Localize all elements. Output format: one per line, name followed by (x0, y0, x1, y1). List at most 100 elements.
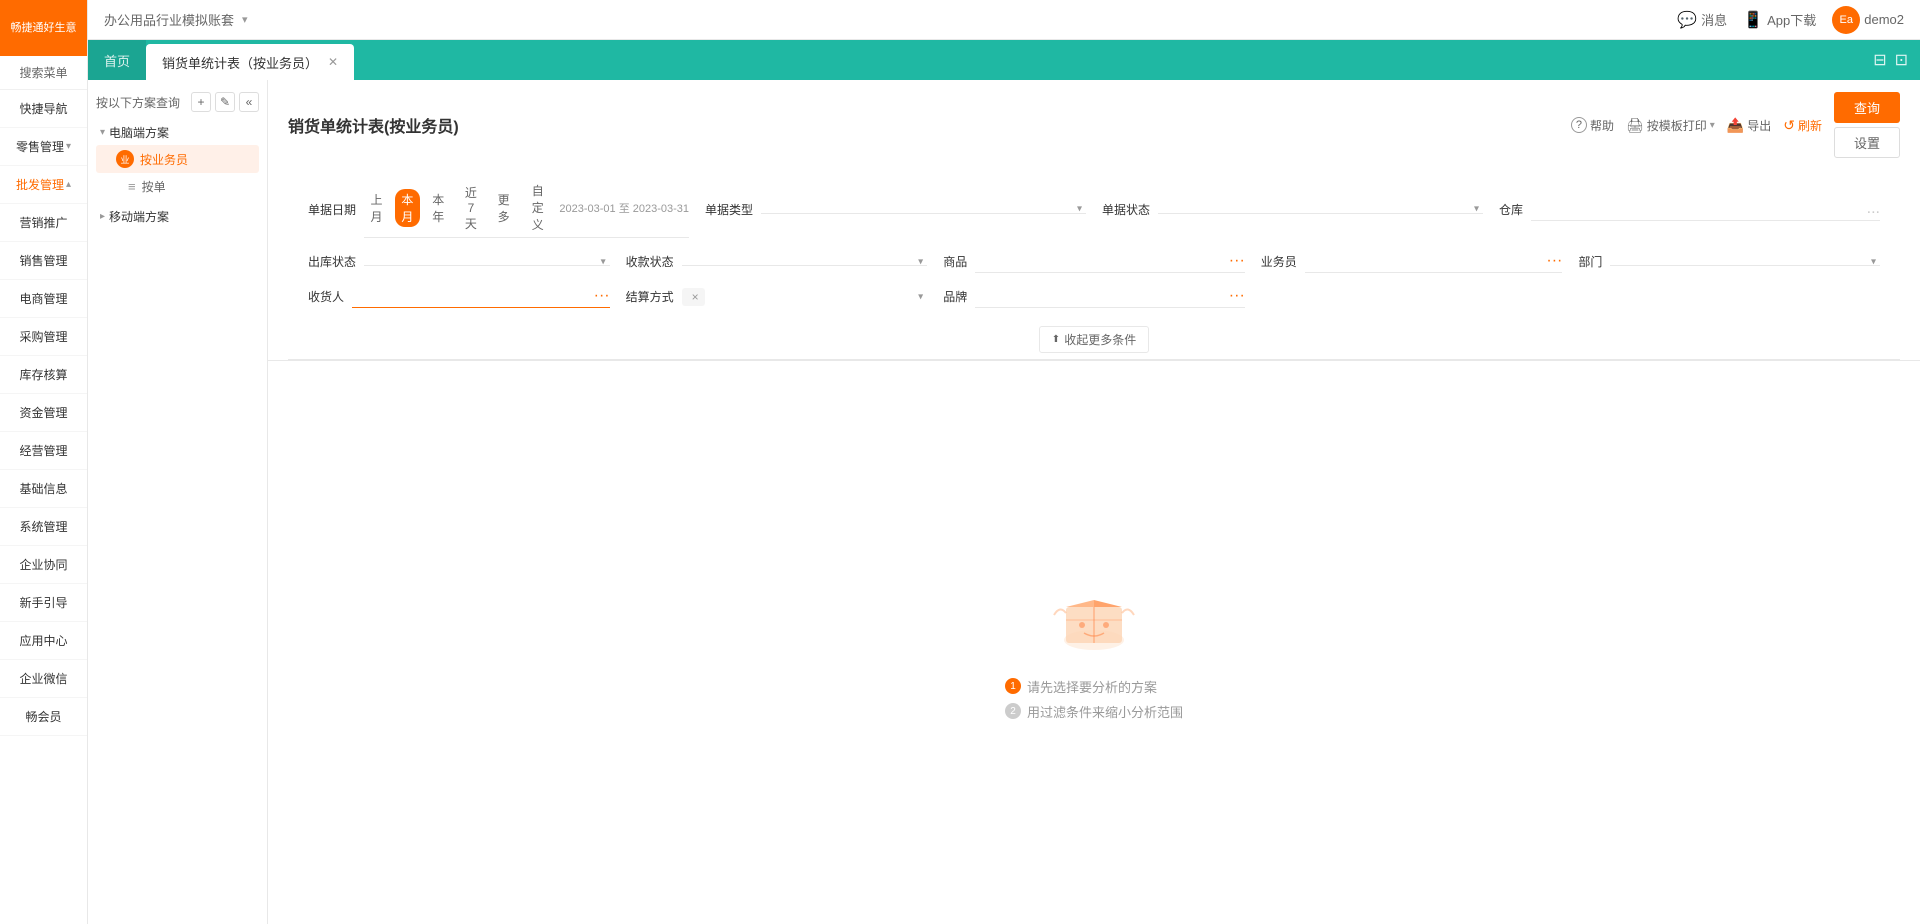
scheme-item-salesperson[interactable]: 业 按业务员 (96, 145, 259, 173)
breadcrumb-text: 办公用品行业模拟账套 (104, 10, 234, 29)
sidebar-item-system[interactable]: 系统管理 (0, 508, 87, 546)
sidebar-item-enterprise[interactable]: 企业协同 (0, 546, 87, 584)
sidebar-item-appstore[interactable]: 应用中心 (0, 622, 87, 660)
collapse-btn[interactable]: ⬆ 收起更多条件 (1039, 326, 1149, 353)
date-btn-custom[interactable]: 自定义 (522, 180, 553, 235)
refresh-action[interactable]: ↺ 刷新 (1783, 117, 1822, 134)
sidebar-item-retail[interactable]: 零售管理 ▾ (0, 128, 87, 166)
panel-collapse-btn[interactable]: « (239, 92, 259, 112)
collapse-left-icon: « (246, 95, 253, 109)
export-action[interactable]: 📤 导出 (1727, 117, 1771, 134)
breadcrumb-dropdown-icon[interactable]: ▾ (242, 13, 248, 26)
ecommerce-label: 电商管理 (19, 292, 67, 306)
date-btn-this-month[interactable]: 本月 (395, 189, 420, 227)
inventory-label: 库存核算 (19, 368, 67, 382)
tab-minimize-btn[interactable]: ⊟ (1873, 50, 1886, 70)
warehouse-label: 仓库 (1499, 201, 1523, 218)
empty-tip-2: 2 用过滤条件来缩小分析范围 (1005, 702, 1183, 721)
brand-dots[interactable]: ··· (1229, 287, 1245, 305)
filter-row-2: 出库状态 ▾ 收款状态 (308, 250, 1880, 273)
sidebar-item-quick-nav[interactable]: 快捷导航 (0, 90, 87, 128)
panel-edit-btn[interactable]: ✎ (215, 92, 235, 112)
goods-control: ··· (975, 250, 1245, 273)
brand-input[interactable] (975, 285, 1245, 308)
date-btn-last-month[interactable]: 上月 (364, 189, 389, 227)
refresh-icon: ↺ (1783, 117, 1795, 134)
query-button[interactable]: 查询 (1834, 92, 1900, 123)
date-btn-this-year[interactable]: 本年 (426, 189, 451, 227)
page-actions: ? 帮助 🖨 按模板打印 ▾ 📤 导出 ↺ (1571, 92, 1900, 158)
sidebar-item-marketing[interactable]: 营销推广 (0, 204, 87, 242)
sidebar-item-weichat[interactable]: 企业微信 (0, 660, 87, 698)
sidebar-item-sales[interactable]: 销售管理 (0, 242, 87, 280)
empty-tips: 1 请先选择要分析的方案 2 用过滤条件来缩小分析范围 (1005, 677, 1183, 721)
wholesale-label: 批发管理 (16, 176, 64, 193)
scheme-mobile-title[interactable]: ▸ 移动端方案 (96, 204, 259, 229)
brand-control: ··· (975, 285, 1245, 308)
dept-select[interactable]: ▾ (1610, 257, 1880, 266)
receiver-label: 收货人 (308, 288, 344, 305)
salesperson-input[interactable] (1305, 250, 1563, 273)
collapse-up-icon: ⬆ (1052, 334, 1060, 345)
app-download-action[interactable]: 📱 App下载 (1743, 10, 1816, 30)
message-action[interactable]: 💬 消息 (1677, 10, 1727, 30)
scheme-desktop-label: 电脑端方案 (109, 124, 169, 141)
tab-home[interactable]: 首页 (88, 40, 146, 80)
doc-type-select[interactable]: ▾ (761, 205, 1086, 214)
tip-text-2: 用过滤条件来缩小分析范围 (1027, 702, 1183, 721)
right-content: 销货单统计表(按业务员) ? 帮助 🖨 按模板打印 ▾ 📤 (268, 80, 1920, 924)
receiver-dots[interactable]: ··· (594, 287, 610, 305)
out-status-select[interactable]: ▾ (364, 257, 610, 266)
system-label: 系统管理 (19, 520, 67, 534)
panel-add-btn[interactable]: + (191, 92, 211, 112)
goods-dots[interactable]: ··· (1229, 252, 1245, 270)
date-group: 上月 本月 本年 近7天 更多 自定义 2023-03-01 至 2023-03… (364, 180, 689, 238)
sidebar-item-ecommerce[interactable]: 电商管理 (0, 280, 87, 318)
sidebar-item-member[interactable]: 畅会员 (0, 698, 87, 736)
export-label: 导出 (1747, 117, 1771, 134)
settings-button[interactable]: 设置 (1834, 127, 1900, 158)
tab-close-icon[interactable]: ✕ (328, 55, 338, 69)
appstore-label: 应用中心 (19, 634, 67, 648)
payment-select[interactable]: ▾ (682, 257, 928, 266)
sidebar-item-basics[interactable]: 基础信息 (0, 470, 87, 508)
scheme-mobile: ▸ 移动端方案 (96, 204, 259, 229)
finance-label: 资金管理 (19, 406, 67, 420)
print-label: 按模板打印 (1647, 117, 1707, 134)
edit-icon: ✎ (220, 95, 230, 109)
scheme-desktop-title[interactable]: ▾ 电脑端方案 (96, 120, 259, 145)
help-action[interactable]: ? 帮助 (1571, 117, 1614, 134)
settlement-clear-btn[interactable]: × (692, 290, 699, 304)
sidebar-item-purchase[interactable]: 采购管理 (0, 318, 87, 356)
print-icon: 🖨 (1626, 117, 1644, 134)
warehouse-input[interactable] (1531, 198, 1880, 221)
sidebar-item-operations[interactable]: 经营管理 (0, 432, 87, 470)
date-btn-7days[interactable]: 近7天 (457, 182, 485, 234)
date-btn-more[interactable]: 更多 (491, 189, 516, 227)
print-action[interactable]: 🖨 按模板打印 ▾ (1626, 117, 1715, 134)
sidebar-item-inventory[interactable]: 库存核算 (0, 356, 87, 394)
filter-warehouse: 仓库 ... (1499, 198, 1880, 221)
sidebar-item-newcomer[interactable]: 新手引导 (0, 584, 87, 622)
top-header: 办公用品行业模拟账套 ▾ 💬 消息 📱 App下载 Ea demo2 (88, 0, 1920, 40)
doc-type-arrow: ▾ (1077, 204, 1082, 215)
tab-active[interactable]: 销货单统计表（按业务员） ✕ (146, 44, 354, 80)
filter-receiver: 收货人 ··· (308, 285, 610, 308)
sidebar-item-wholesale[interactable]: 批发管理 ▴ (0, 166, 87, 204)
filter-out-status: 出库状态 ▾ (308, 253, 610, 270)
scheme-item-order-label: 按单 (142, 178, 166, 195)
receiver-input[interactable] (352, 285, 610, 308)
scheme-mobile-arrow: ▸ (100, 211, 105, 222)
scheme-item-order[interactable]: ≡ 按单 (96, 173, 259, 200)
user-menu[interactable]: Ea demo2 (1832, 6, 1904, 34)
doc-status-select[interactable]: ▾ (1158, 205, 1483, 214)
goods-input[interactable] (975, 250, 1245, 273)
panel-header-actions: + ✎ « (191, 92, 259, 112)
scheme-mobile-label: 移动端方案 (109, 208, 169, 225)
sidebar-search[interactable]: 搜索菜单 (0, 56, 87, 90)
doc-type-label: 单据类型 (705, 201, 753, 218)
warehouse-dots[interactable]: ... (1867, 200, 1880, 218)
salesperson-dots[interactable]: ··· (1546, 252, 1562, 270)
sidebar-item-finance[interactable]: 资金管理 (0, 394, 87, 432)
tab-maximize-btn[interactable]: ⊡ (1895, 50, 1908, 70)
